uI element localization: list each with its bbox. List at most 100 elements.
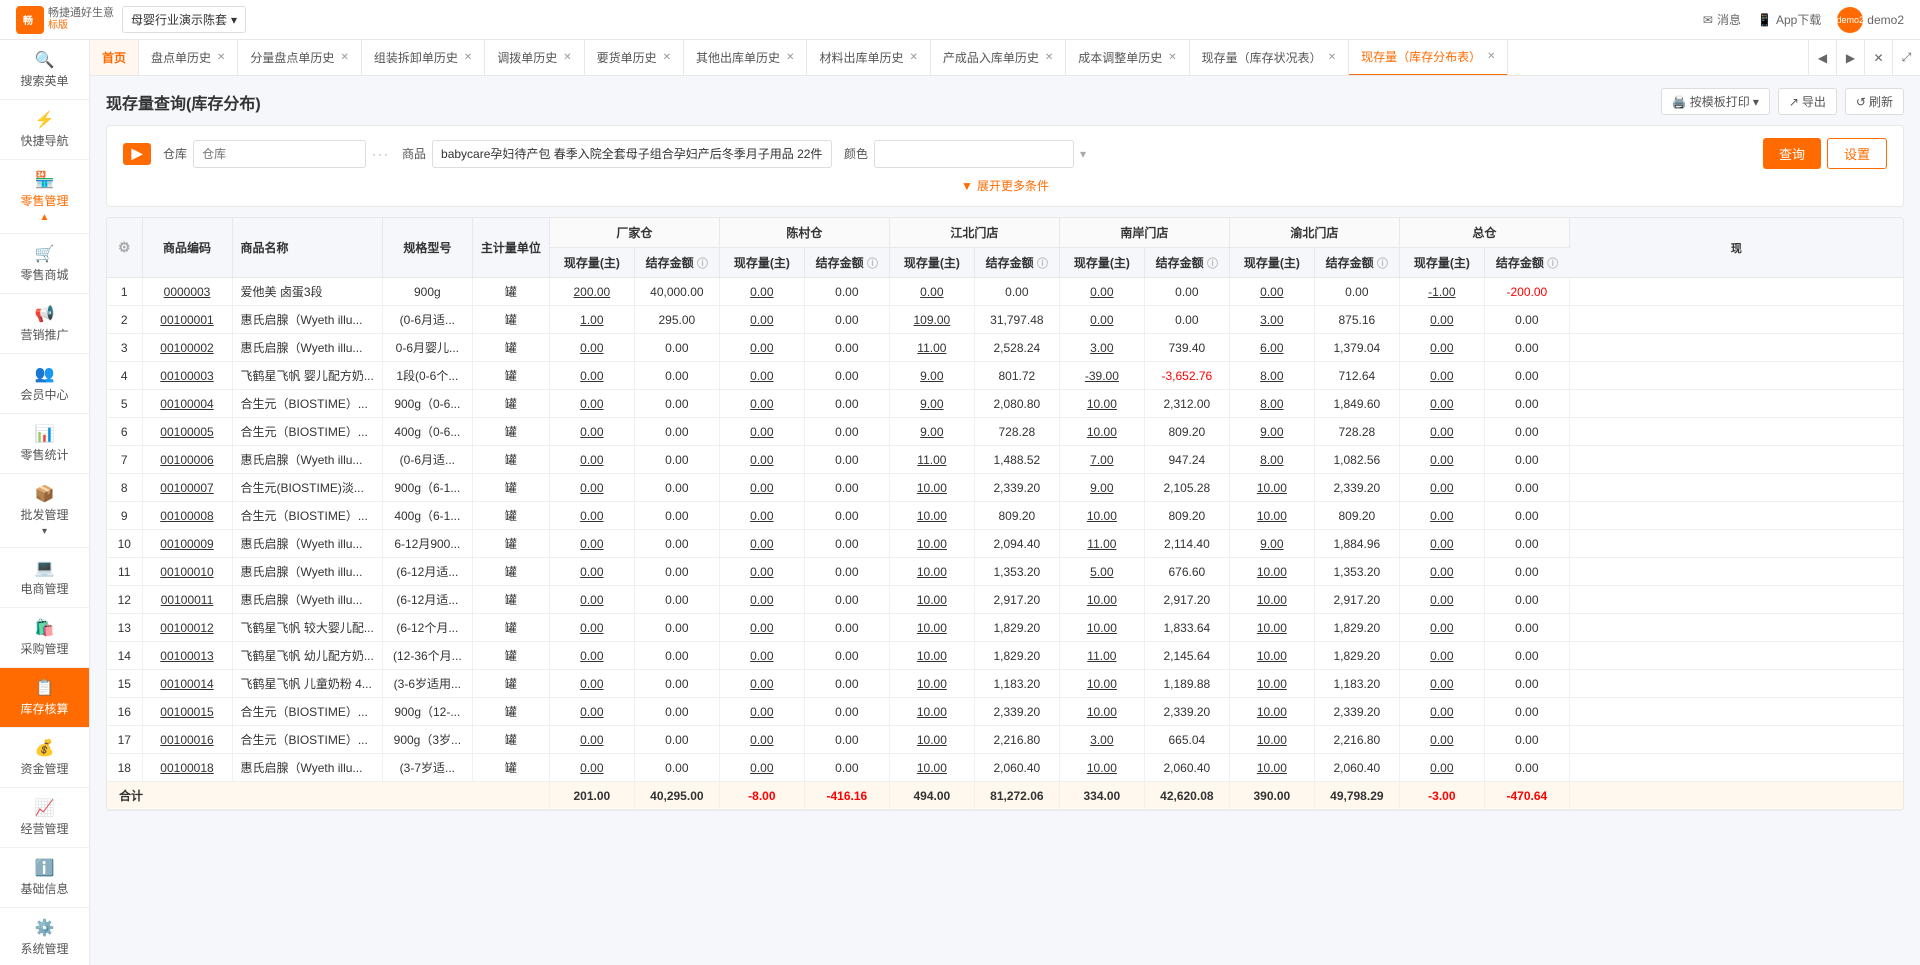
cell-w4-amt: -3,652.76 (1144, 362, 1229, 390)
tab-prev-btn[interactable]: ◀ (1808, 40, 1836, 76)
cell-extra (1569, 586, 1903, 614)
cell-w2-qty: 0.00 (719, 670, 804, 698)
print-btn[interactable]: 🖨️ 按模板打印 ▾ (1661, 88, 1770, 115)
sidebar-item-finance[interactable]: 💰 资金管理 (0, 728, 89, 788)
info-icon-6[interactable]: ⓘ (1547, 258, 1558, 270)
tab-goods-req[interactable]: 要货单历史 ✕ (585, 40, 684, 76)
industry-selector[interactable]: 母婴行业演示陈套 ▾ (122, 6, 246, 33)
sidebar-item-inventory[interactable]: 📋 库存核算 (0, 668, 89, 728)
sidebar-item-purchase[interactable]: 🛍️ 采购管理 (0, 608, 89, 668)
tab-close-combo-teardown[interactable]: ✕ (464, 52, 472, 63)
info-icon-1[interactable]: ⓘ (697, 258, 708, 270)
sidebar-item-system[interactable]: ⚙️ 系统管理 (0, 908, 89, 965)
cell-name: 惠氏启腺（Wyeth illu... (232, 586, 382, 614)
col-subheader-w2-qty: 现存量(主) (719, 248, 804, 278)
tab-close-stock-dist[interactable]: ✕ (1487, 51, 1495, 62)
tab-material-out[interactable]: 材料出库单历史 ✕ (807, 40, 930, 76)
sidebar-item-retail-mall[interactable]: 🛒 零售商城 (0, 234, 89, 294)
tab-product-in[interactable]: 产成品入库单历史 ✕ (931, 40, 1066, 76)
tab-combo-teardown[interactable]: 组装拆卸单历史 ✕ (362, 40, 485, 76)
cell-name: 合生元（BIOSTIME）... (232, 418, 382, 446)
tab-close-cost-adj[interactable]: ✕ (1168, 52, 1176, 63)
summary-w3-amt: 81,272.06 (974, 782, 1059, 810)
tab-inventory-single[interactable]: 盘点单历史 ✕ (139, 40, 238, 76)
message-btn[interactable]: ✉ 消息 (1703, 11, 1741, 28)
tab-close-inventory-sub[interactable]: ✕ (340, 52, 348, 63)
color-input[interactable] (874, 140, 1074, 168)
tab-home[interactable]: 首页 (90, 40, 139, 76)
warehouse-more-btn[interactable]: ··· (372, 147, 390, 161)
tab-stock-status[interactable]: 现存量（库存状况表） ✕ (1190, 40, 1349, 76)
tab-close-transfer[interactable]: ✕ (563, 52, 571, 63)
cell-w5-qty: 10.00 (1229, 642, 1314, 670)
sidebar-item-search[interactable]: 🔍 搜索英单 (0, 40, 89, 100)
cell-w3-qty: 10.00 (889, 474, 974, 502)
app-download-btn[interactable]: 📱 App下载 (1757, 11, 1821, 28)
sidebar-item-basic-info[interactable]: ℹ️ 基础信息 (0, 848, 89, 908)
cell-no: 12 (107, 586, 142, 614)
tab-expand-btn[interactable]: ⤢ (1892, 40, 1920, 76)
cell-no: 3 (107, 334, 142, 362)
info-icon-5[interactable]: ⓘ (1377, 258, 1388, 270)
tab-close-all-btn[interactable]: ✕ (1864, 40, 1892, 76)
tab-next-btn[interactable]: ▶ (1836, 40, 1864, 76)
cell-wt-qty: 0.00 (1399, 446, 1484, 474)
cell-name: 合生元（BIOSTIME）... (232, 726, 382, 754)
user-menu[interactable]: demo2 demo2 (1837, 7, 1904, 33)
settings-btn[interactable]: 设置 (1827, 138, 1887, 169)
info-icon-4[interactable]: ⓘ (1207, 258, 1218, 270)
cell-unit: 罐 (472, 278, 549, 306)
cell-w4-amt: 0.00 (1144, 278, 1229, 306)
cell-w3-amt: 2,528.24 (974, 334, 1059, 362)
search-trigger[interactable]: ▶ (123, 143, 151, 165)
cell-wt-qty: 0.00 (1399, 586, 1484, 614)
cell-w1-qty: 0.00 (549, 418, 634, 446)
tab-close-stock-status[interactable]: ✕ (1328, 52, 1336, 63)
tab-close-goods-req[interactable]: ✕ (663, 52, 671, 63)
tab-close-product-in[interactable]: ✕ (1045, 52, 1053, 63)
tab-inventory-sub[interactable]: 分量盘点单历史 ✕ (238, 40, 361, 76)
cell-w3-amt: 2,080.80 (974, 390, 1059, 418)
query-btn[interactable]: 查询 (1763, 138, 1821, 169)
cell-w1-amt: 0.00 (634, 670, 719, 698)
tab-close-other-out[interactable]: ✕ (786, 52, 794, 63)
tab-stock-dist[interactable]: 现存量（库存分布表） ✕ (1349, 40, 1508, 76)
cell-wt-amt: 0.00 (1484, 698, 1569, 726)
sidebar-item-retail-stats[interactable]: 📊 零售统计 (0, 414, 89, 474)
tab-close-material-out[interactable]: ✕ (909, 52, 917, 63)
sidebar-item-marketing[interactable]: 📢 营销推广 (0, 294, 89, 354)
export-btn[interactable]: ↗ 导出 (1778, 88, 1837, 115)
color-dropdown-icon[interactable]: ▾ (1080, 147, 1086, 161)
sidebar-item-quicknav[interactable]: ⚡ 快捷导航 (0, 100, 89, 160)
refresh-btn[interactable]: ↺ 刷新 (1845, 88, 1904, 115)
cell-name: 飞鹤星飞帆 较大婴儿配... (232, 614, 382, 642)
logo-text: 畅捷通好生意 标版 (48, 7, 114, 32)
sidebar-item-wholesale[interactable]: 📦 批发管理 ▾ (0, 474, 89, 548)
info-icon-3[interactable]: ⓘ (1037, 258, 1048, 270)
cell-name: 合生元（BIOSTIME）... (232, 390, 382, 418)
cell-w4-amt: 2,917.20 (1144, 586, 1229, 614)
expand-more-btn[interactable]: ▼ 展开更多条件 (961, 177, 1049, 194)
warehouse-input[interactable] (193, 140, 366, 168)
cell-spec: (6-12个月... (382, 614, 472, 642)
cell-name: 飞鹤星飞帆 婴儿配方奶... (232, 362, 382, 390)
cell-no: 14 (107, 642, 142, 670)
cell-extra (1569, 502, 1903, 530)
sidebar-item-ecommerce[interactable]: 💻 电商管理 (0, 548, 89, 608)
table-wrapper: ⚙ 商品编码 商品名称 规格型号 主计量单位 厂家仓 陈村仓 江北门店 南岸门店 (107, 218, 1903, 810)
sidebar-item-member[interactable]: 👥 会员中心 (0, 354, 89, 414)
tab-other-out[interactable]: 其他出库单历史 ✕ (684, 40, 807, 76)
info-icon-2[interactable]: ⓘ (867, 258, 878, 270)
cell-spec: 400g（0-6... (382, 418, 472, 446)
tab-transfer[interactable]: 调拨单历史 ✕ (485, 40, 584, 76)
sidebar-item-operations[interactable]: 📈 经营管理 (0, 788, 89, 848)
tab-cost-adj[interactable]: 成本调整单历史 ✕ (1066, 40, 1189, 76)
tab-close-inventory-single[interactable]: ✕ (217, 52, 225, 63)
column-settings-icon[interactable]: ⚙ (118, 239, 131, 255)
cell-wt-amt: 0.00 (1484, 754, 1569, 782)
main-content: 首页 盘点单历史 ✕ 分量盘点单历史 ✕ 组装拆卸单历史 ✕ 调拨单历史 ✕ 要… (90, 40, 1920, 965)
goods-input[interactable] (432, 140, 832, 168)
sidebar-item-retail-mgmt[interactable]: 🏪 零售管理 ▲ (0, 160, 89, 234)
cell-w3-amt: 1,829.20 (974, 642, 1059, 670)
cell-no: 18 (107, 754, 142, 782)
